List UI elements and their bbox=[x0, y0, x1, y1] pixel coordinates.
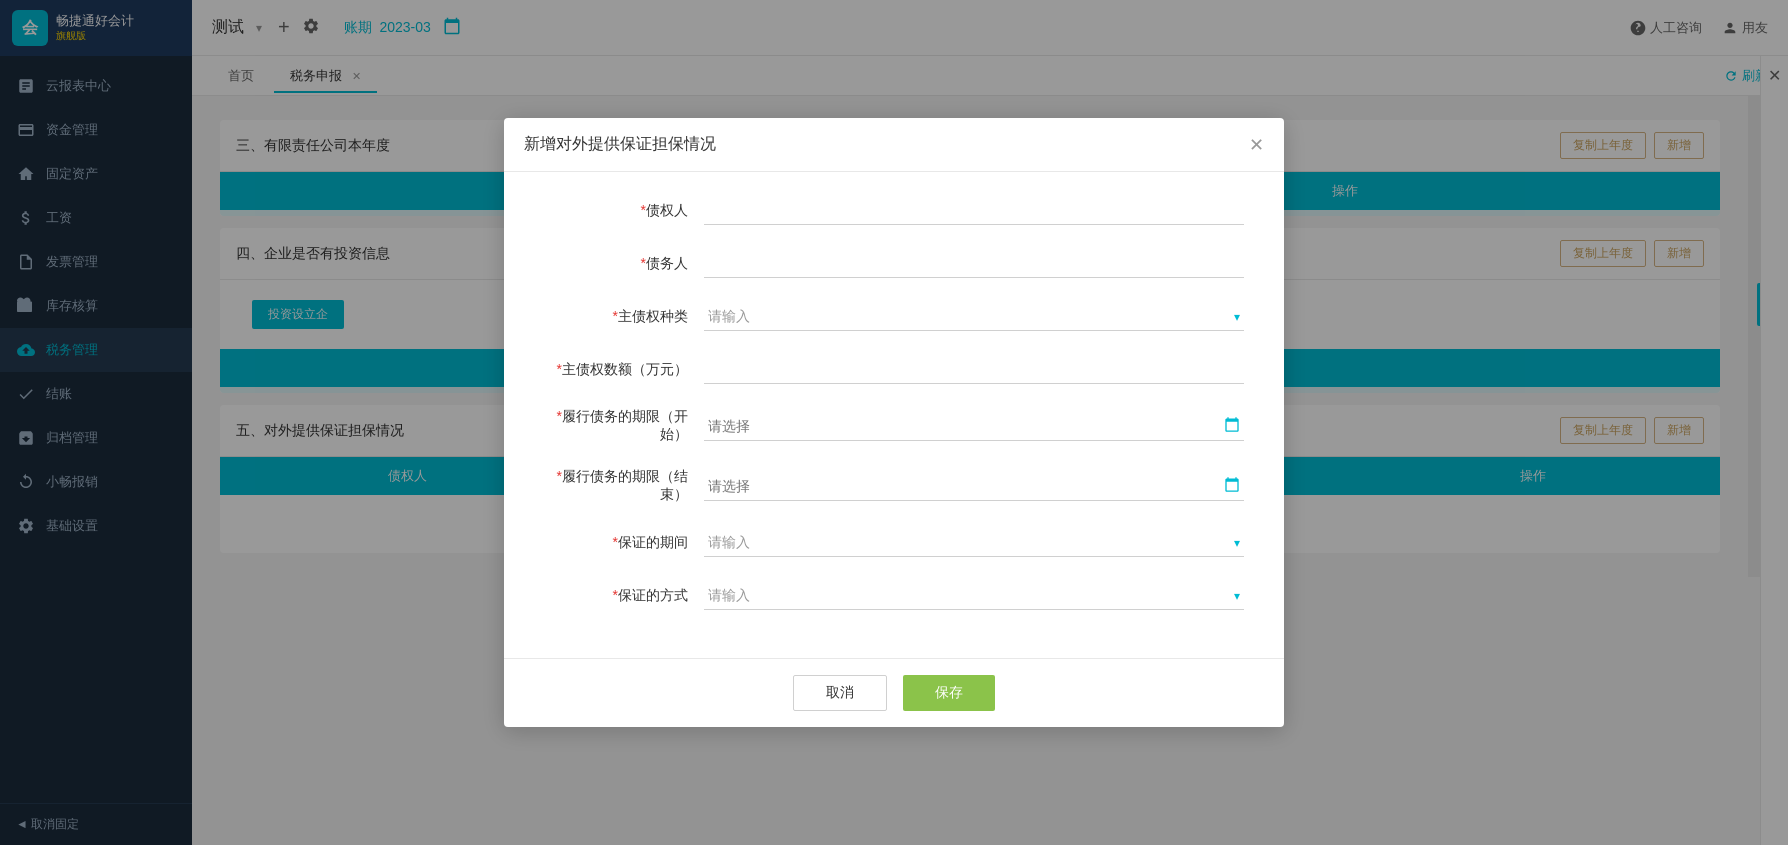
dialog-close-button[interactable]: ✕ bbox=[1249, 136, 1264, 154]
claim-type-label: *主债权种类 bbox=[544, 308, 704, 326]
debt-end-input[interactable] bbox=[704, 472, 1244, 501]
form-row-debtor: *债务人 bbox=[544, 249, 1244, 278]
form-row-guarantee-period: *保证的期间 请输入 ▾ bbox=[544, 528, 1244, 557]
creditor-control bbox=[704, 196, 1244, 225]
debt-start-label: *履行债务的期限（开始） bbox=[544, 408, 704, 444]
guarantee-period-select[interactable]: 请输入 bbox=[704, 528, 1244, 557]
dialog: 新增对外提供保证担保情况 ✕ *债权人 *债务人 bbox=[504, 118, 1284, 727]
debt-start-calendar-icon[interactable] bbox=[1224, 417, 1240, 436]
guarantee-method-select[interactable]: 请输入 bbox=[704, 581, 1244, 610]
debt-end-label: *履行债务的期限（结束） bbox=[544, 468, 704, 504]
guarantee-period-control: 请输入 ▾ bbox=[704, 528, 1244, 557]
debt-start-control bbox=[704, 412, 1244, 441]
guarantee-method-control: 请输入 ▾ bbox=[704, 581, 1244, 610]
claim-type-select[interactable]: 请输入 bbox=[704, 302, 1244, 331]
form-row-guarantee-method: *保证的方式 请输入 ▾ bbox=[544, 581, 1244, 610]
dialog-header: 新增对外提供保证担保情况 ✕ bbox=[504, 118, 1284, 172]
claim-type-control: 请输入 ▾ bbox=[704, 302, 1244, 331]
save-button[interactable]: 保存 bbox=[903, 675, 995, 711]
form-row-claim-amount: *主债权数额（万元） bbox=[544, 355, 1244, 384]
debtor-label: *债务人 bbox=[544, 255, 704, 273]
form-row-creditor: *债权人 bbox=[544, 196, 1244, 225]
dialog-footer: 取消 保存 bbox=[504, 658, 1284, 727]
cancel-button[interactable]: 取消 bbox=[793, 675, 887, 711]
dialog-body: *债权人 *债务人 *主债权种类 bbox=[504, 172, 1284, 658]
form-row-debt-end: *履行债务的期限（结束） bbox=[544, 468, 1244, 504]
guarantee-period-label: *保证的期间 bbox=[544, 534, 704, 552]
dialog-overlay[interactable]: 新增对外提供保证担保情况 ✕ *债权人 *债务人 bbox=[0, 0, 1788, 845]
claim-amount-control bbox=[704, 355, 1244, 384]
claim-amount-label: *主债权数额（万元） bbox=[544, 361, 704, 379]
guarantee-method-label: *保证的方式 bbox=[544, 587, 704, 605]
debt-start-input[interactable] bbox=[704, 412, 1244, 441]
form-row-debt-start: *履行债务的期限（开始） bbox=[544, 408, 1244, 444]
debtor-control bbox=[704, 249, 1244, 278]
claim-amount-input[interactable] bbox=[704, 355, 1244, 384]
form-row-claim-type: *主债权种类 请输入 ▾ bbox=[544, 302, 1244, 331]
debtor-input[interactable] bbox=[704, 249, 1244, 278]
debt-end-control bbox=[704, 472, 1244, 501]
creditor-input[interactable] bbox=[704, 196, 1244, 225]
creditor-label: *债权人 bbox=[544, 202, 704, 220]
debt-end-calendar-icon[interactable] bbox=[1224, 477, 1240, 496]
dialog-title: 新增对外提供保证担保情况 bbox=[524, 134, 716, 155]
